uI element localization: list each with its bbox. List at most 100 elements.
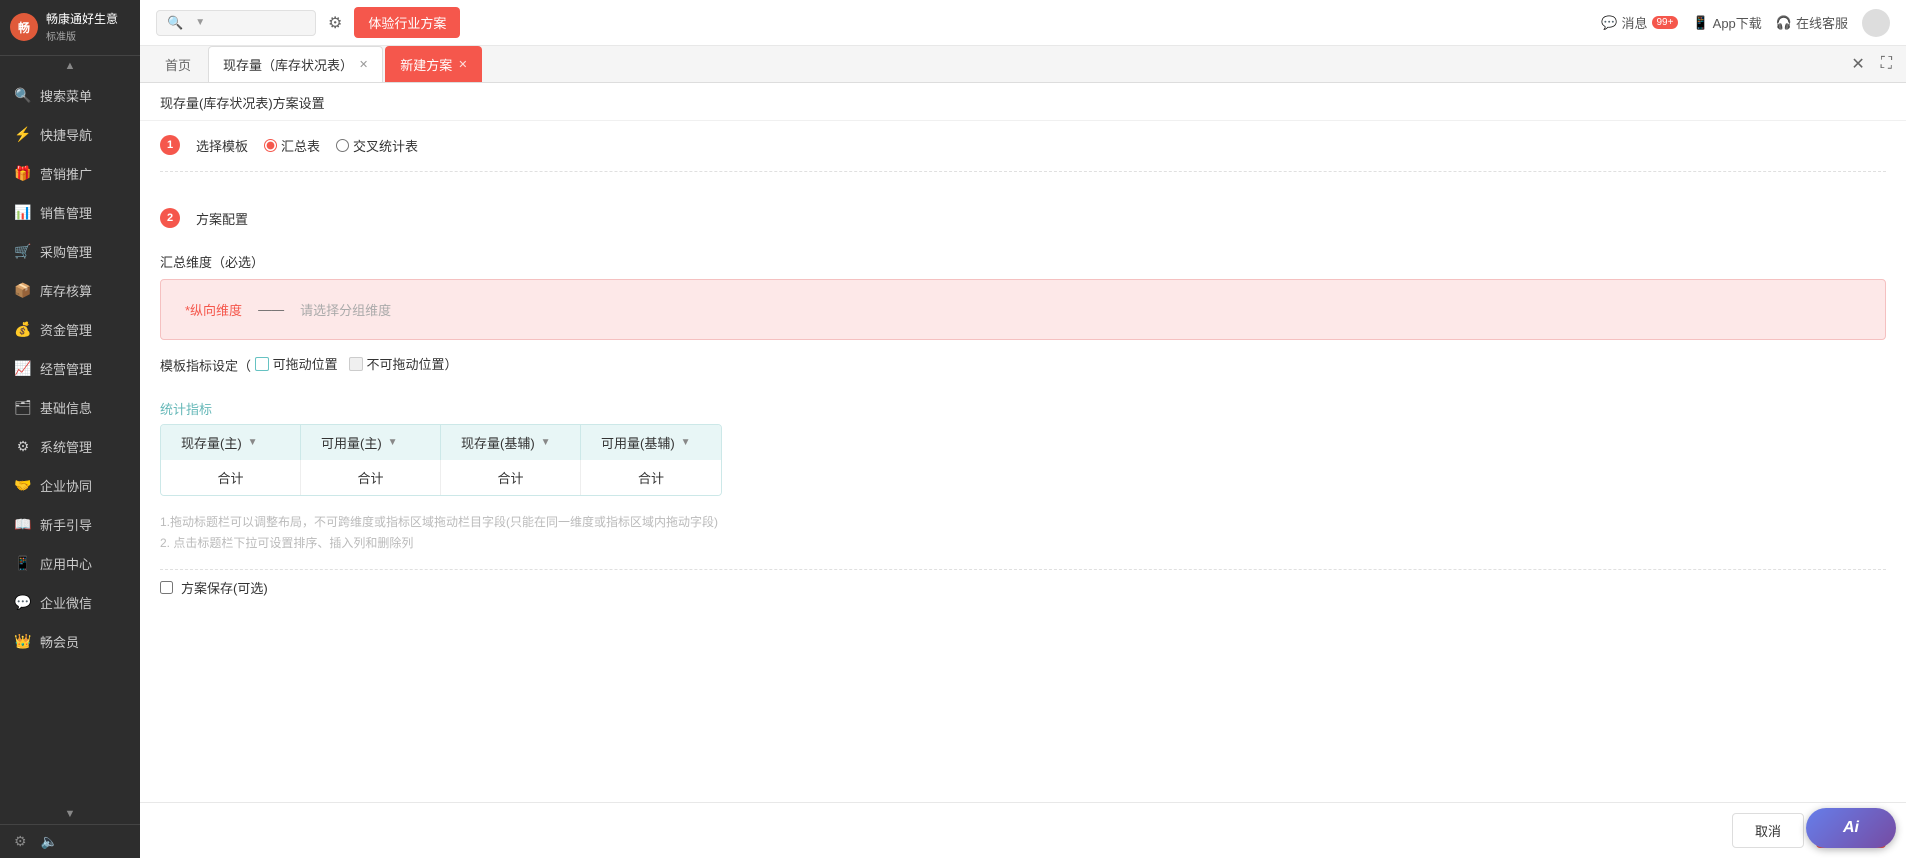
inventory-icon: 📦: [14, 281, 32, 299]
tabs-bar-right: ✕ ⛶: [1847, 50, 1896, 78]
message-icon: 💬: [1601, 15, 1617, 31]
sidebar-item-finance[interactable]: 💰 资金管理: [0, 310, 140, 349]
dimension-section: 汇总维度（必选） *纵向维度 —— 请选择分组维度: [140, 252, 1906, 354]
tab-close-icon[interactable]: ✕: [359, 58, 368, 71]
sidebar-item-wechat[interactable]: 💬 企业微信: [0, 583, 140, 622]
tip2: 2. 点击标题栏下拉可设置排序、插入列和删除列: [160, 534, 1886, 551]
col2-dropdown-icon[interactable]: ▼: [388, 437, 398, 448]
cancel-button[interactable]: 取消: [1732, 813, 1804, 848]
sidebar-footer: ⚙ 🔈: [0, 824, 140, 858]
legend-fixed-text: 不可拖动位置）: [367, 354, 458, 373]
dimension-label: 汇总维度（必选）: [160, 252, 1886, 271]
system-icon: ⚙: [14, 437, 32, 455]
app-download-label: App下载: [1713, 13, 1762, 32]
radio-summary-label: 汇总表: [281, 136, 320, 155]
sidebar-item-appcenter[interactable]: 📱 应用中心: [0, 544, 140, 583]
ai-fab-button[interactable]: Ai: [1806, 808, 1896, 848]
sidebar-item-enterprise[interactable]: 🤝 企业协同: [0, 466, 140, 505]
tab-close-window-button[interactable]: ✕: [1847, 50, 1868, 78]
sidebar-item-operations[interactable]: 📈 经营管理: [0, 349, 140, 388]
sidebar-item-marketing[interactable]: 🎁 营销推广: [0, 154, 140, 193]
tab-close-icon[interactable]: ✕: [458, 58, 467, 71]
stats-label: 统计指标: [160, 399, 1886, 418]
tab-label: 首页: [165, 55, 191, 74]
sidebar-nav: 🔍 搜索菜单 ⚡ 快捷导航 🎁 营销推广 📊 销售管理 🛒 采购管理 📦 库存核…: [0, 76, 140, 804]
sidebar-item-purchase[interactable]: 🛒 采购管理: [0, 232, 140, 271]
sidebar-item-system[interactable]: ⚙ 系统管理: [0, 427, 140, 466]
sidebar-item-base[interactable]: 🗂 基础信息: [0, 388, 140, 427]
app-download-button[interactable]: 📱 App下载: [1692, 13, 1761, 32]
settings-icon[interactable]: ⚙: [14, 833, 27, 850]
trial-button[interactable]: 体验行业方案: [354, 7, 460, 38]
scheme-save-checkbox[interactable]: [160, 581, 173, 594]
sidebar-item-label: 基础信息: [40, 398, 92, 417]
stats-col4-header[interactable]: 可用量(基辅) ▼: [581, 425, 721, 460]
app-name: 畅康通好生意: [46, 12, 118, 28]
sales-icon: 📊: [14, 203, 32, 221]
stats-col2-label: 可用量(主): [321, 433, 382, 452]
content-inner: 现存量(库存状况表)方案设置 1 选择模板 汇总表 交叉统计表: [140, 83, 1906, 802]
chevron-down-icon: ▼: [195, 17, 205, 28]
stats-col1-header[interactable]: 现存量(主) ▼: [161, 425, 301, 460]
radio-summary[interactable]: 汇总表: [264, 136, 320, 155]
step1-row: 1 选择模板 汇总表 交叉统计表: [160, 135, 1886, 155]
sidebar-item-member[interactable]: 👑 畅会员: [0, 622, 140, 661]
audio-icon[interactable]: 🔈: [41, 833, 58, 850]
message-button[interactable]: 💬 消息 99+: [1601, 13, 1678, 32]
tab-inventory-status[interactable]: 现存量（库存状况表） ✕: [208, 46, 383, 82]
download-icon: 📱: [1692, 15, 1708, 31]
tab-new-scheme[interactable]: 新建方案 ✕: [385, 46, 482, 82]
col3-dropdown-icon[interactable]: ▼: [541, 437, 551, 448]
topbar-search-box[interactable]: 🔍 ▼: [156, 10, 316, 36]
stats-col2-body: 合计: [301, 460, 441, 495]
stats-col3-header[interactable]: 现存量(基辅) ▼: [441, 425, 581, 460]
tab-home[interactable]: 首页: [150, 46, 206, 82]
sidebar-item-label: 应用中心: [40, 554, 92, 573]
main-area: 🔍 ▼ ⚙ 体验行业方案 💬 消息 99+ 📱 App下载 🎧 在线客服: [140, 0, 1906, 858]
sidebar-item-newguide[interactable]: 📖 新手引导: [0, 505, 140, 544]
col1-dropdown-icon[interactable]: ▼: [248, 437, 258, 448]
user-avatar[interactable]: [1862, 9, 1890, 37]
search-icon: 🔍: [167, 15, 183, 31]
online-service-button[interactable]: 🎧 在线客服: [1776, 13, 1848, 32]
sidebar-item-label: 畅会员: [40, 632, 79, 651]
topbar: 🔍 ▼ ⚙ 体验行业方案 💬 消息 99+ 📱 App下载 🎧 在线客服: [140, 0, 1906, 46]
tab-label: 现存量（库存状况表）: [223, 55, 353, 74]
radio-summary-input[interactable]: [264, 139, 277, 152]
sidebar-item-search[interactable]: 🔍 搜索菜单: [0, 76, 140, 115]
stats-col2-header[interactable]: 可用量(主) ▼: [301, 425, 441, 460]
dimension-box[interactable]: *纵向维度 —— 请选择分组维度: [160, 279, 1886, 340]
gear-button[interactable]: ⚙: [324, 9, 346, 37]
service-icon: 🎧: [1776, 15, 1792, 31]
tab-expand-button[interactable]: ⛶: [1877, 51, 1896, 77]
enterprise-icon: 🤝: [14, 476, 32, 494]
wechat-icon: 💬: [14, 593, 32, 611]
step2-section: 2 方案配置: [140, 194, 1906, 252]
sidebar-item-label: 快捷导航: [40, 125, 92, 144]
quicknav-icon: ⚡: [14, 125, 32, 143]
tab-label: 新建方案: [400, 55, 452, 74]
step1-divider: [160, 171, 1886, 172]
indicator-section: 模板指标设定（ 可拖动位置 不可拖动位置）: [140, 354, 1906, 399]
footer-bar: 取消 查询: [140, 802, 1906, 858]
sidebar-scroll-up[interactable]: ▲: [0, 56, 140, 76]
radio-cross-input[interactable]: [336, 139, 349, 152]
step1-badge: 1: [160, 135, 180, 155]
sidebar-item-quicknav[interactable]: ⚡ 快捷导航: [0, 115, 140, 154]
dimension-arrow: ——: [258, 302, 284, 317]
online-service-label: 在线客服: [1796, 13, 1848, 32]
tabs-bar: 首页 现存量（库存状况表） ✕ 新建方案 ✕ ✕ ⛶: [140, 46, 1906, 83]
newguide-icon: 📖: [14, 515, 32, 533]
scheme-save-label: 方案保存(可选): [181, 578, 268, 597]
sidebar-scroll-down[interactable]: ▼: [0, 804, 140, 824]
sidebar-item-inventory[interactable]: 📦 库存核算: [0, 271, 140, 310]
col4-dropdown-icon[interactable]: ▼: [681, 437, 691, 448]
sidebar-item-sales[interactable]: 📊 销售管理: [0, 193, 140, 232]
sidebar-item-label: 经营管理: [40, 359, 92, 378]
indicator-label-row: 模板指标设定（ 可拖动位置 不可拖动位置）: [160, 354, 1886, 375]
template-radio-group: 汇总表 交叉统计表: [264, 136, 418, 155]
radio-cross[interactable]: 交叉统计表: [336, 136, 418, 155]
legend-fixed-box: [349, 357, 363, 371]
sidebar-item-label: 搜索菜单: [40, 86, 92, 105]
stats-table: 现存量(主) ▼ 可用量(主) ▼ 现存量(基辅) ▼ 可用量(基辅): [160, 424, 722, 496]
